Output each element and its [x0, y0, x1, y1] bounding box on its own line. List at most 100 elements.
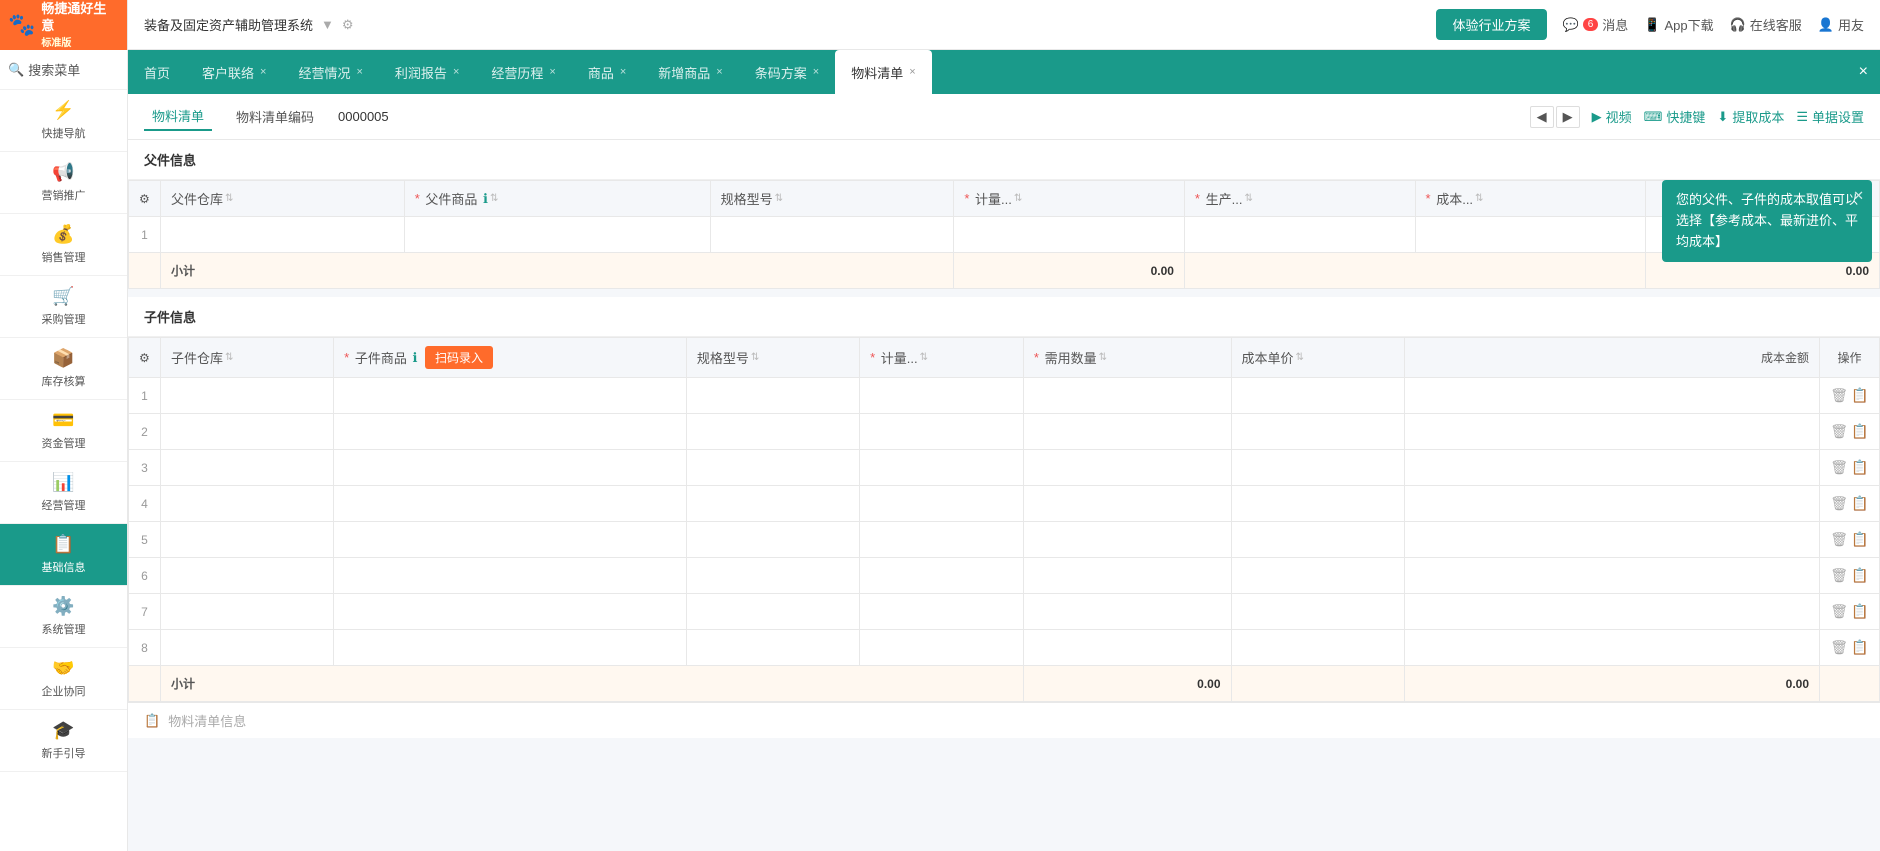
- sidebar-item-finance[interactable]: 💳 资金管理: [0, 400, 127, 462]
- copy-icon-2[interactable]: 📋: [1851, 423, 1868, 439]
- child-row-7-spec[interactable]: [686, 594, 859, 630]
- delete-icon-1[interactable]: 🗑: [1830, 387, 1848, 403]
- parent-row-1-product[interactable]: [404, 217, 710, 253]
- child-row-8-price[interactable]: [1231, 630, 1404, 666]
- child-row-4-spec[interactable]: [686, 486, 859, 522]
- child-row-2-product[interactable]: [334, 414, 687, 450]
- sidebar-item-purchase[interactable]: 🛒 采购管理: [0, 276, 127, 338]
- delete-icon-4[interactable]: 🗑: [1830, 495, 1848, 511]
- child-row-7-unit[interactable]: [860, 594, 1024, 630]
- tab-profit[interactable]: 利润报告 ×: [379, 50, 475, 94]
- sidebar-item-marketing[interactable]: 📢 营销推广: [0, 152, 127, 214]
- settings-icon[interactable]: ⚙: [342, 17, 354, 33]
- sidebar-item-basic-info[interactable]: 📋 基础信息: [0, 524, 127, 586]
- shortcut-btn[interactable]: ⌨ 快捷键: [1644, 107, 1706, 126]
- tab-profit-close[interactable]: ×: [453, 66, 459, 78]
- child-row-4-warehouse[interactable]: [161, 486, 334, 522]
- copy-icon-4[interactable]: 📋: [1851, 495, 1868, 511]
- copy-icon-1[interactable]: 📋: [1851, 387, 1868, 403]
- copy-icon-7[interactable]: 📋: [1851, 603, 1868, 619]
- message-group[interactable]: 💬 6 消息: [1563, 15, 1629, 34]
- tab-new-goods[interactable]: 新增商品 ×: [642, 50, 738, 94]
- tab-operations-close[interactable]: ×: [356, 66, 362, 78]
- child-row-3-unit[interactable]: [860, 450, 1024, 486]
- child-row-3-product[interactable]: [334, 450, 687, 486]
- child-row-2-qty[interactable]: [1023, 414, 1231, 450]
- child-row-2-warehouse[interactable]: [161, 414, 334, 450]
- child-row-5-warehouse[interactable]: [161, 522, 334, 558]
- child-row-3-qty[interactable]: [1023, 450, 1231, 486]
- copy-icon-5[interactable]: 📋: [1851, 531, 1868, 547]
- sidebar-item-sales[interactable]: 💰 销售管理: [0, 214, 127, 276]
- trial-btn[interactable]: 体验行业方案: [1436, 9, 1546, 40]
- child-row-5-unit[interactable]: [860, 522, 1024, 558]
- child-row-4-product[interactable]: [334, 486, 687, 522]
- child-row-8-spec[interactable]: [686, 630, 859, 666]
- child-row-2-price[interactable]: [1231, 414, 1404, 450]
- user-group[interactable]: 👤 用友: [1818, 15, 1864, 34]
- tab-barcode-close[interactable]: ×: [813, 66, 819, 78]
- doc-settings-btn[interactable]: ☰ 单据设置: [1796, 107, 1864, 126]
- tab-history[interactable]: 经营历程 ×: [475, 50, 571, 94]
- tab-goods[interactable]: 商品 ×: [572, 50, 642, 94]
- view-btn[interactable]: ▶ 视频: [1592, 107, 1632, 126]
- sidebar-item-guide[interactable]: 🎓 新手引导: [0, 710, 127, 772]
- sidebar-item-system[interactable]: ⚙️ 系统管理: [0, 586, 127, 648]
- delete-icon-3[interactable]: 🗑: [1830, 459, 1848, 475]
- child-row-4-qty[interactable]: [1023, 486, 1231, 522]
- child-row-2-unit[interactable]: [860, 414, 1024, 450]
- tab-history-close[interactable]: ×: [549, 66, 555, 78]
- child-row-5-spec[interactable]: [686, 522, 859, 558]
- delete-icon-7[interactable]: 🗑: [1830, 603, 1848, 619]
- child-row-6-unit[interactable]: [860, 558, 1024, 594]
- child-row-1-product[interactable]: [334, 378, 687, 414]
- parent-row-1-qty[interactable]: [954, 217, 1185, 253]
- child-row-1-warehouse[interactable]: [161, 378, 334, 414]
- child-row-3-price[interactable]: [1231, 450, 1404, 486]
- tab-bom-close[interactable]: ×: [909, 66, 915, 78]
- parent-row-1-cost[interactable]: [1415, 217, 1646, 253]
- sidebar-search[interactable]: 🔍 搜索菜单: [0, 50, 127, 90]
- sub-tab-bom[interactable]: 物料清单: [144, 102, 212, 131]
- sidebar-item-operations[interactable]: 📊 经营管理: [0, 462, 127, 524]
- tab-customer-close[interactable]: ×: [260, 66, 266, 78]
- child-row-7-warehouse[interactable]: [161, 594, 334, 630]
- copy-icon-6[interactable]: 📋: [1851, 567, 1868, 583]
- sidebar-item-enterprise[interactable]: 🤝 企业协同: [0, 648, 127, 710]
- app-download-group[interactable]: 📱 App下载: [1644, 15, 1713, 34]
- parent-col-gear[interactable]: ⚙: [129, 181, 161, 217]
- child-row-3-warehouse[interactable]: [161, 450, 334, 486]
- child-row-6-price[interactable]: [1231, 558, 1404, 594]
- delete-icon-6[interactable]: 🗑: [1830, 567, 1848, 583]
- child-row-7-price[interactable]: [1231, 594, 1404, 630]
- child-row-6-product[interactable]: [334, 558, 687, 594]
- child-row-6-qty[interactable]: [1023, 558, 1231, 594]
- service-group[interactable]: 🎧 在线客服: [1730, 15, 1802, 34]
- child-col-gear[interactable]: ⚙: [129, 338, 161, 378]
- extract-cost-btn[interactable]: ⬇ 提取成本: [1717, 107, 1784, 126]
- child-row-4-price[interactable]: [1231, 486, 1404, 522]
- parent-row-1-spec[interactable]: [710, 217, 954, 253]
- tab-operations[interactable]: 经营情况 ×: [282, 50, 378, 94]
- child-row-1-qty[interactable]: [1023, 378, 1231, 414]
- scan-input-btn[interactable]: 扫码录入: [425, 346, 493, 369]
- child-row-8-qty[interactable]: [1023, 630, 1231, 666]
- tab-end-close[interactable]: ×: [1847, 63, 1880, 81]
- tab-new-goods-close[interactable]: ×: [716, 66, 722, 78]
- child-row-4-unit[interactable]: [860, 486, 1024, 522]
- prev-arrow[interactable]: ◀: [1530, 106, 1554, 128]
- child-row-6-spec[interactable]: [686, 558, 859, 594]
- sidebar-item-inventory[interactable]: 📦 库存核算: [0, 338, 127, 400]
- child-row-3-spec[interactable]: [686, 450, 859, 486]
- tab-bom[interactable]: 物料清单 ×: [835, 50, 931, 94]
- child-row-5-qty[interactable]: [1023, 522, 1231, 558]
- delete-icon-5[interactable]: 🗑: [1830, 531, 1848, 547]
- delete-icon-2[interactable]: 🗑: [1830, 423, 1848, 439]
- tooltip-close-btn[interactable]: ✕: [1853, 186, 1864, 207]
- child-row-8-unit[interactable]: [860, 630, 1024, 666]
- child-row-8-warehouse[interactable]: [161, 630, 334, 666]
- tab-barcode[interactable]: 条码方案 ×: [739, 50, 835, 94]
- child-row-7-qty[interactable]: [1023, 594, 1231, 630]
- child-row-5-product[interactable]: [334, 522, 687, 558]
- system-dropdown-icon[interactable]: ▼: [321, 17, 334, 32]
